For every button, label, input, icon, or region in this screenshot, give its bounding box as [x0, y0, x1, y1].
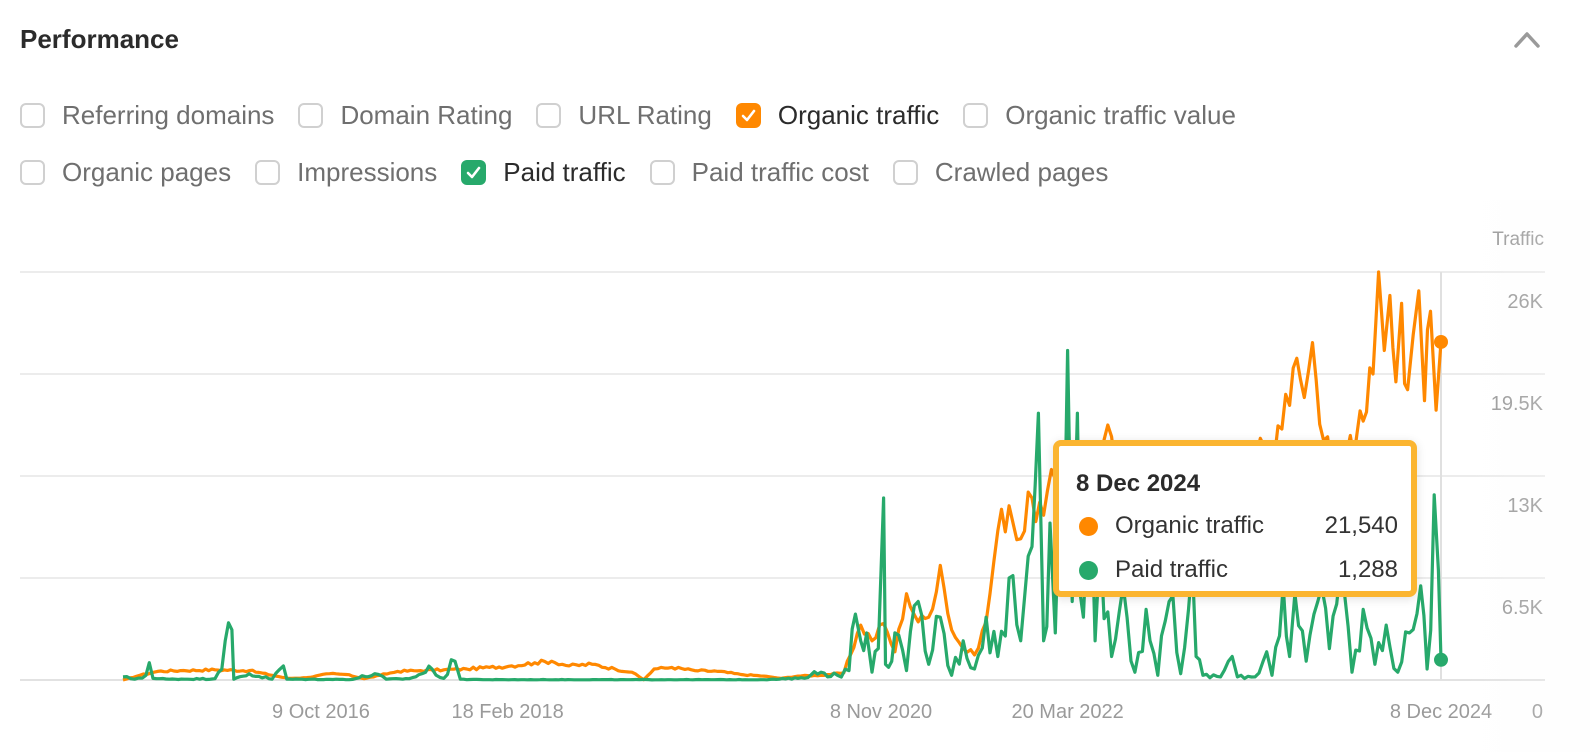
tooltip-series-name: Paid traffic: [1115, 556, 1228, 583]
x-tick-label: 9 Oct 2016: [272, 701, 370, 723]
x-tick-label: 8 Dec 2024: [1390, 701, 1492, 723]
x-tick-label: 20 Mar 2022: [1011, 701, 1123, 723]
chart-tooltip: 8 Dec 2024 Organic traffic 21,540 Paid t…: [1053, 440, 1417, 597]
hover-marker-paid-traffic: [1434, 652, 1448, 667]
y-tick-label: 6.5K: [1502, 597, 1544, 619]
y-tick-label: 26K: [1507, 291, 1543, 313]
tooltip-series-value: 1,288: [1337, 556, 1398, 583]
x-tick-label: 8 Nov 2020: [830, 701, 932, 723]
tooltip-row-organic: Organic traffic 21,540: [1079, 512, 1398, 540]
y-tick-label: 19.5K: [1491, 393, 1544, 415]
y-tick-label: 0: [1532, 701, 1543, 723]
tooltip-series-value: 21,540: [1324, 512, 1398, 539]
paid-legend-dot: [1079, 560, 1098, 580]
x-tick-label: 18 Feb 2018: [451, 701, 563, 723]
tooltip-date: 8 Dec 2024: [1076, 470, 1201, 497]
y-tick-label: 13K: [1507, 495, 1543, 517]
hover-marker-organic-traffic: [1434, 334, 1448, 349]
tooltip-row-paid: Paid traffic 1,288: [1079, 556, 1398, 584]
traffic-chart[interactable]: 0 6.5K 13K 19.5K 26K 9 Oct 2016 18 Feb 2018 8 …: [0, 0, 1590, 752]
organic-legend-dot: [1079, 516, 1098, 536]
tooltip-series-name: Organic traffic: [1115, 512, 1264, 539]
